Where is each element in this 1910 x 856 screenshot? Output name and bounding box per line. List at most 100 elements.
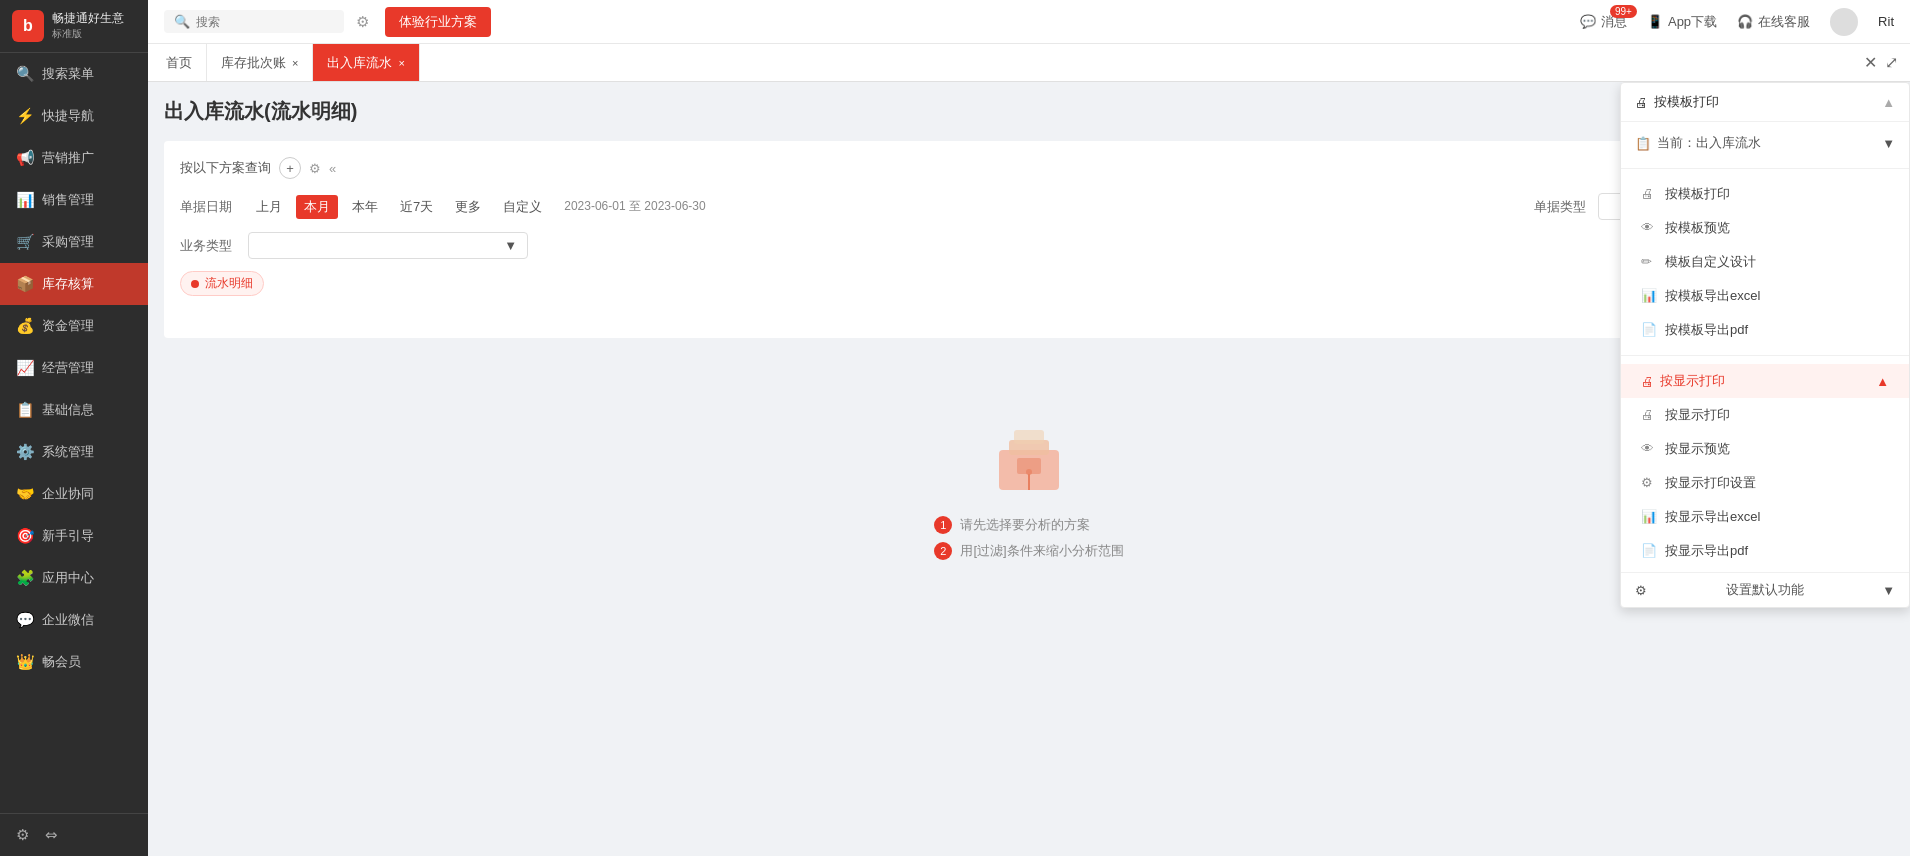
current-label: 📋 当前：出入库流水 (1635, 134, 1761, 152)
app-download-icon: 📱 (1647, 14, 1663, 29)
sidebar-label-collab: 企业协同 (42, 485, 94, 503)
sidebar-item-marketing[interactable]: 📢营销推广 (0, 137, 148, 179)
filter-add-button[interactable]: + (279, 157, 301, 179)
empty-steps: 1 请先选择要分析的方案 2 用[过滤]条件来缩小分析范围 (934, 516, 1123, 568)
sidebar-label-system: 系统管理 (42, 443, 94, 461)
headset-icon: 🎧 (1737, 14, 1753, 29)
sidebar-icon-collab: 🤝 (16, 485, 34, 503)
message-button[interactable]: 💬 消息 99+ (1580, 13, 1627, 31)
sidebar-icon-members: 👑 (16, 653, 34, 671)
collapse-sidebar-icon[interactable]: ⇔ (45, 826, 58, 844)
dropdown-section2-header[interactable]: 🖨 按显示打印 ▲ (1621, 364, 1909, 398)
tab-flow[interactable]: 出入库流水 × (313, 44, 419, 81)
dropdown-item-display-pdf[interactable]: 📄 按显示导出pdf (1621, 534, 1909, 568)
dropdown-close-icon[interactable]: ▲ (1882, 95, 1895, 110)
settings-gear-icon[interactable]: ⚙ (356, 13, 369, 31)
page-content: 出入库流水(流水明细) 按以下方案查询 + ⚙ « 单据日期 上月 (148, 82, 1910, 856)
sidebar-item-wechat[interactable]: 💬企业微信 (0, 599, 148, 641)
sidebar-label-operations: 经营管理 (42, 359, 94, 377)
trial-button[interactable]: 体验行业方案 (385, 7, 491, 37)
dropdown-header: 🖨 按模板打印 ▲ (1621, 83, 1909, 122)
sidebar-label-search: 搜索菜单 (42, 65, 94, 83)
step-2-number: 2 (934, 542, 952, 560)
section2-arrow: ▲ (1876, 374, 1889, 389)
tab-batch-label: 库存批次账 (221, 54, 286, 72)
sidebar-item-inventory[interactable]: 📦库存核算 (0, 263, 148, 305)
dropdown-item-display-excel[interactable]: 📊 按显示导出excel (1621, 500, 1909, 534)
sidebar-item-purchase[interactable]: 🛒采购管理 (0, 221, 148, 263)
date-tab-this-month[interactable]: 本月 (296, 195, 338, 219)
settings-icon[interactable]: ⚙ (16, 826, 29, 844)
filter-tag: 流水明细 (180, 271, 264, 296)
sidebar-item-operations[interactable]: 📈经营管理 (0, 347, 148, 389)
dropdown-item-display-preview[interactable]: 👁 按显示预览 (1621, 432, 1909, 466)
dropdown-section-1: 🖨 按模板打印 👁 按模板预览 ✏ 模板自定义设计 📊 按模板导出excel (1621, 173, 1909, 351)
tab-expand-action[interactable]: ⤢ (1885, 53, 1898, 72)
sidebar-bottom: ⚙ ⇔ (0, 813, 148, 856)
sidebar-item-members[interactable]: 👑 畅会员 (0, 641, 148, 683)
date-tab-last-month[interactable]: 上月 (248, 195, 290, 219)
date-range-display: 2023-06-01 至 2023-06-30 (564, 198, 705, 215)
business-type-select[interactable]: ▼ (248, 232, 528, 259)
date-filter-label: 单据日期 (180, 198, 232, 216)
date-tab-this-year[interactable]: 本年 (344, 195, 386, 219)
sidebar-item-quick-nav[interactable]: ⚡快捷导航 (0, 95, 148, 137)
sidebar-item-apps[interactable]: 🧩应用中心 (0, 557, 148, 599)
dropdown-item-display-settings[interactable]: ⚙ 按显示打印设置 (1621, 466, 1909, 500)
date-tab-more[interactable]: 更多 (447, 195, 489, 219)
tabs-actions: ✕ ⤢ (1864, 44, 1910, 81)
dropdown-item-template-pdf[interactable]: 📄 按模板导出pdf (1621, 313, 1909, 347)
date-tab-custom[interactable]: 自定义 (495, 195, 550, 219)
tab-home[interactable]: 首页 (152, 44, 207, 81)
filter-collapse-icon[interactable]: « (329, 161, 336, 176)
tab-flow-close[interactable]: × (398, 57, 404, 69)
sidebar-icon-quick-nav: ⚡ (16, 107, 34, 125)
date-tab-7days[interactable]: 近7天 (392, 195, 441, 219)
tabs-bar: 首页 库存批次账 × 出入库流水 × ✕ ⤢ (148, 44, 1910, 82)
user-avatar[interactable] (1830, 8, 1858, 36)
dropdown-item-display-print[interactable]: 🖨 按显示打印 (1621, 398, 1909, 432)
sidebar-item-collab[interactable]: 🤝 企业协同 (0, 473, 148, 515)
sidebar-item-finance[interactable]: 💰资金管理 (0, 305, 148, 347)
sidebar: b 畅捷通好生意 标准版 🔍搜索菜单⚡快捷导航📢营销推广📊销售管理🛒采购管理📦库… (0, 0, 148, 856)
sidebar-label-purchase: 采购管理 (42, 233, 94, 251)
preview-icon-1: 👁 (1641, 220, 1657, 236)
dropdown-item-template-customize[interactable]: ✏ 模板自定义设计 (1621, 245, 1909, 279)
tab-batch-close[interactable]: × (292, 57, 298, 69)
sidebar-icon-system: ⚙️ (16, 443, 34, 461)
sidebar-label-inventory: 库存核算 (42, 275, 94, 293)
doc-type-label: 单据类型 (1534, 198, 1586, 216)
dropdown-item-template-preview[interactable]: 👁 按模板预览 (1621, 211, 1909, 245)
tag-dot (191, 280, 199, 288)
online-service-label: 在线客服 (1758, 13, 1810, 31)
sidebar-item-system[interactable]: ⚙️ 系统管理 (0, 431, 148, 473)
tab-flow-label: 出入库流水 (327, 54, 392, 72)
sidebar-item-basic[interactable]: 📋基础信息 (0, 389, 148, 431)
topbar-right: 💬 消息 99+ 📱 App下载 🎧 在线客服 Rit (1580, 8, 1894, 36)
sidebar-icon-guide: 🎯 (16, 527, 34, 545)
dropdown-item-template-print[interactable]: 🖨 按模板打印 (1621, 177, 1909, 211)
app-logo-icon: b (12, 10, 44, 42)
online-service-button[interactable]: 🎧 在线客服 (1737, 13, 1810, 31)
pdf-icon-2: 📄 (1641, 543, 1657, 559)
app-download-button[interactable]: 📱 App下载 (1647, 13, 1717, 31)
app-badge: 标准版 (52, 27, 124, 41)
dropdown-footer[interactable]: ⚙ 设置默认功能 ▼ (1621, 572, 1909, 607)
sidebar-label-sales: 销售管理 (42, 191, 94, 209)
tab-batch[interactable]: 库存批次账 × (207, 44, 313, 81)
preview-icon-2: 👁 (1641, 441, 1657, 457)
tab-close-action[interactable]: ✕ (1864, 53, 1877, 72)
filter-settings-icon[interactable]: ⚙ (309, 161, 321, 176)
sidebar-item-sales[interactable]: 📊销售管理 (0, 179, 148, 221)
tag-label: 流水明细 (205, 275, 253, 292)
sidebar-item-guide[interactable]: 🎯新手引导 (0, 515, 148, 557)
sidebar-item-search[interactable]: 🔍搜索菜单 (0, 53, 148, 95)
sidebar-label-members: 畅会员 (42, 653, 81, 671)
printer-icon-2: 🖨 (1635, 95, 1648, 110)
dropdown-item-template-excel[interactable]: 📊 按模板导出excel (1621, 279, 1909, 313)
pdf-icon-1: 📄 (1641, 322, 1657, 338)
search-box[interactable]: 🔍 (164, 10, 344, 33)
sidebar-icon-finance: 💰 (16, 317, 34, 335)
sidebar-label-wechat: 企业微信 (42, 611, 94, 629)
search-input[interactable] (196, 15, 316, 29)
